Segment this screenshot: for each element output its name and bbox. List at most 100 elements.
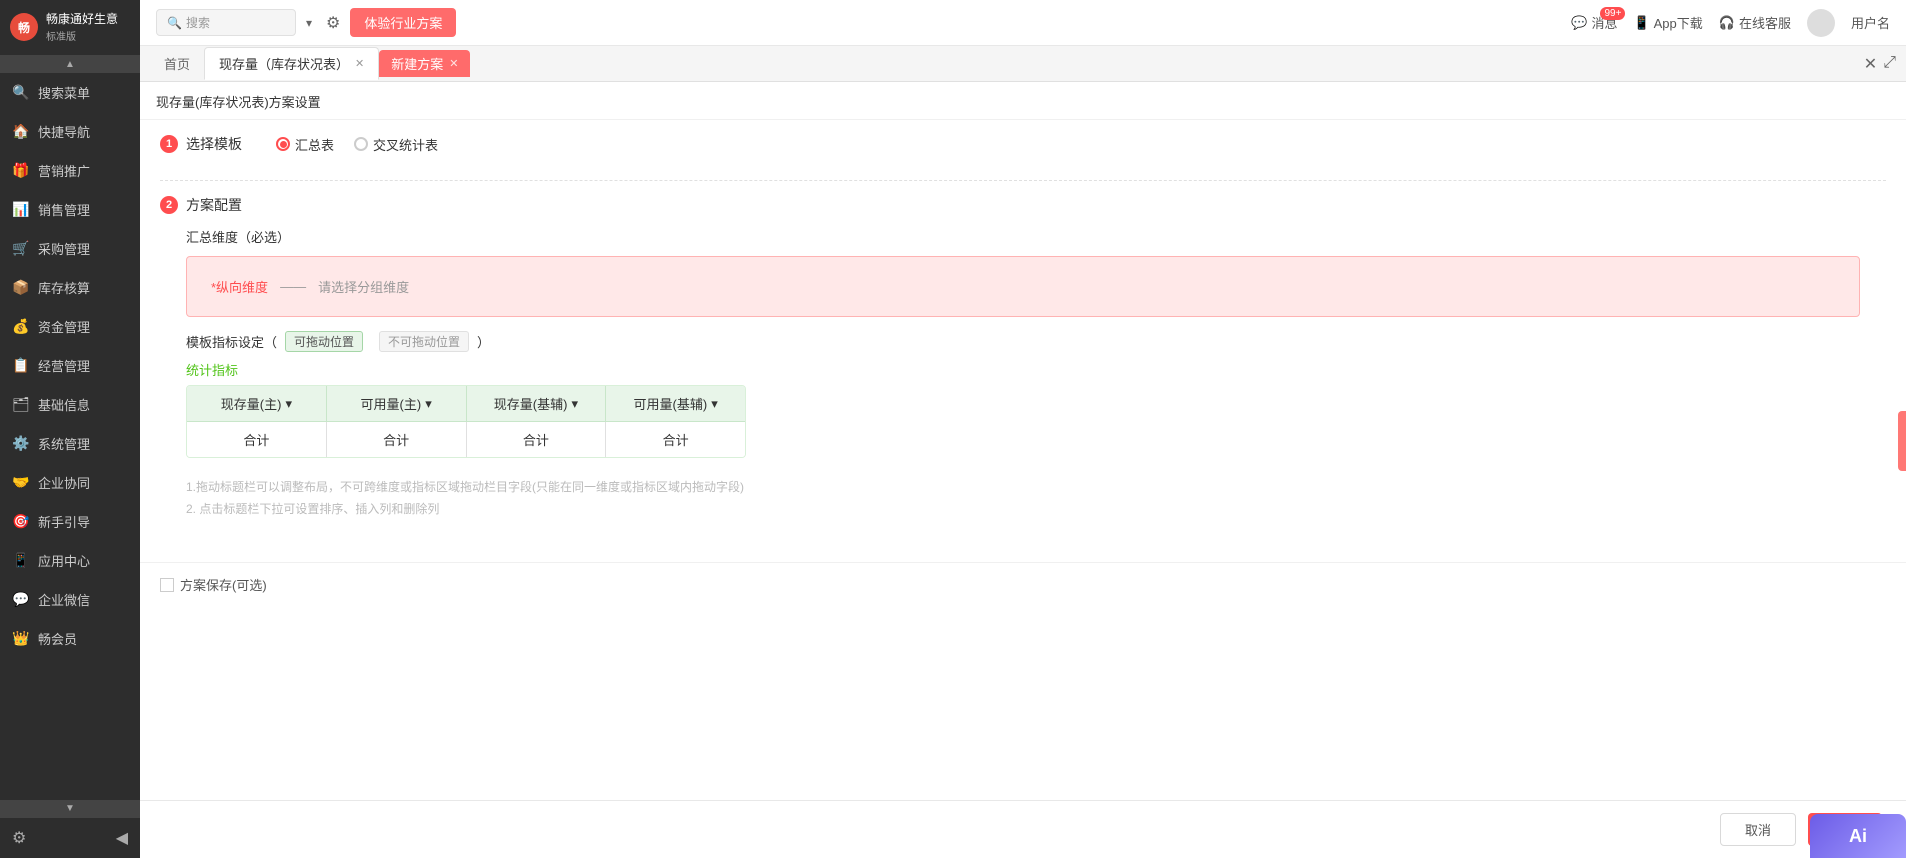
sidebar-item-inventory[interactable]: 📦 库存核算 — [0, 268, 140, 307]
stats-col-dropdown-1[interactable]: ▾ — [425, 396, 432, 412]
stats-col-header-2[interactable]: 现存量(基辅) ▾ — [467, 386, 607, 421]
sidebar-item-shortcut[interactable]: 🏠 快捷导航 — [0, 112, 140, 151]
search-icon: 🔍 — [12, 83, 30, 101]
sidebar-item-sales[interactable]: 📊 销售管理 — [0, 190, 140, 229]
sidebar-item-label: 搜索菜单 — [38, 83, 90, 102]
stats-col-dropdown-0[interactable]: ▾ — [285, 396, 292, 412]
folder-icon: 🗂 — [12, 395, 30, 413]
industry-button[interactable]: 体验行业方案 — [350, 8, 456, 37]
main-area: 🔍 搜索 ▾ ⚙ 体验行业方案 💬 消息 99+ 📱 App下载 🎧 在线客服 … — [140, 0, 1906, 858]
sidebar-item-system[interactable]: ⚙️ 系统管理 — [0, 424, 140, 463]
radio-cross[interactable]: 交叉统计表 — [354, 135, 438, 154]
stats-table-header: 现存量(主) ▾ 可用量(主) ▾ 现存量(基辅) ▾ — [187, 386, 745, 421]
message-badge: 99+ — [1600, 7, 1625, 20]
tabs-expand-btn[interactable]: ⤢ — [1883, 54, 1896, 74]
sidebar-item-label: 新手引导 — [38, 512, 90, 531]
tab-new-plan[interactable]: 新建方案 ✕ — [379, 50, 470, 77]
content-panel: 现存量(库存状况表)方案设置 1 选择模板 汇总表 交叉统计表 — [140, 82, 1906, 800]
username[interactable]: 用户名 — [1851, 13, 1890, 32]
sidebar-item-label: 企业协同 — [38, 473, 90, 492]
crown-icon: 👑 — [12, 629, 30, 647]
collapse-icon[interactable]: ◀ — [116, 828, 128, 848]
ai-badge[interactable]: Ai — [1810, 814, 1906, 858]
dimension-box[interactable]: *纵向维度 —— 请选择分组维度 — [186, 256, 1860, 317]
money-icon: 💰 — [12, 317, 30, 335]
stats-col-dropdown-3[interactable]: ▾ — [711, 396, 718, 412]
search-placeholder: 搜索 — [186, 14, 210, 31]
topbar-right: 💬 消息 99+ 📱 App下载 🎧 在线客服 用户名 — [1571, 9, 1890, 37]
stats-col-dropdown-2[interactable]: ▾ — [571, 396, 578, 412]
sidebar-item-appstore[interactable]: 📱 应用中心 — [0, 541, 140, 580]
sidebar-scroll-down[interactable]: ▼ — [0, 800, 140, 817]
step1-label: 1 选择模板 汇总表 交叉统计表 — [160, 134, 1886, 154]
stats-col-header-0[interactable]: 现存量(主) ▾ — [187, 386, 327, 421]
tip-1: 2. 点击标题栏下拉可设置排序、插入列和删除列 — [186, 499, 1860, 521]
brand-icon: 畅 — [10, 13, 38, 41]
message-icon: 💬 — [1571, 15, 1587, 31]
brand-name: 畅康通好生意 — [46, 12, 118, 28]
box-icon: 📦 — [12, 278, 30, 296]
save-checkbox[interactable] — [160, 578, 174, 592]
template-radio-group: 汇总表 交叉统计表 — [276, 135, 438, 154]
sidebar-item-wechat[interactable]: 💬 企业微信 — [0, 580, 140, 619]
topbar-gear-icon[interactable]: ⚙ — [326, 13, 340, 33]
search-box[interactable]: 🔍 搜索 — [156, 9, 296, 36]
gift-icon: 🎁 — [12, 161, 30, 179]
tab-home[interactable]: 首页 — [150, 48, 204, 79]
cancel-button[interactable]: 取消 — [1720, 813, 1796, 846]
stats-cell-0-2: 合计 — [467, 422, 607, 457]
sidebar-item-search[interactable]: 🔍 搜索菜单 — [0, 73, 140, 112]
gear-icon: ⚙️ — [12, 434, 30, 452]
right-scroll-handle[interactable] — [1898, 411, 1906, 471]
service-label: 在线客服 — [1739, 13, 1791, 32]
chart-icon: 📊 — [12, 200, 30, 218]
radio-summary[interactable]: 汇总表 — [276, 135, 334, 154]
content-inner: 现存量(库存状况表)方案设置 1 选择模板 汇总表 交叉统计表 — [140, 82, 1906, 800]
sidebar-item-marketing[interactable]: 🎁 营销推广 — [0, 151, 140, 190]
sidebar-item-label: 库存核算 — [38, 278, 90, 297]
sidebar-item-purchase[interactable]: 🛒 采购管理 — [0, 229, 140, 268]
sidebar: 畅 畅康通好生意 标准版 ▲ 🔍 搜索菜单 🏠 快捷导航 🎁 营销推广 📊 销售… — [0, 0, 140, 858]
step1-section: 1 选择模板 汇总表 交叉统计表 — [140, 120, 1906, 180]
search-icon: 🔍 — [167, 16, 182, 30]
tab-inventory-status[interactable]: 现存量（库存状况表） ✕ — [204, 47, 379, 80]
topbar-dropdown[interactable]: ▾ — [306, 16, 312, 30]
sidebar-item-label: 营销推广 — [38, 161, 90, 180]
tabs-bar: 首页 现存量（库存状况表） ✕ 新建方案 ✕ ✕ ⤢ — [140, 46, 1906, 82]
step2-label: 2 方案配置 — [160, 195, 1886, 215]
step1-num: 1 — [160, 135, 178, 153]
radio-cross-label: 交叉统计表 — [373, 135, 438, 154]
avatar[interactable] — [1807, 9, 1835, 37]
tabs-close-btn[interactable]: ✕ — [1864, 54, 1877, 74]
dimension-placeholder: 请选择分组维度 — [318, 277, 409, 296]
sidebar-item-operations[interactable]: 📋 经营管理 — [0, 346, 140, 385]
sidebar-scroll-up[interactable]: ▲ — [0, 56, 140, 73]
sidebar-item-finance[interactable]: 💰 资金管理 — [0, 307, 140, 346]
sidebar-footer: ⚙ ◀ — [0, 817, 140, 858]
tab-new-plan-close[interactable]: ✕ — [449, 57, 458, 70]
brand-area: 畅 畅康通好生意 标准版 — [0, 0, 140, 56]
sidebar-item-label: 销售管理 — [38, 200, 90, 219]
stats-cell-0-1: 合计 — [327, 422, 467, 457]
sidebar-item-basic[interactable]: 🗂 基础信息 — [0, 385, 140, 424]
sidebar-item-newbie[interactable]: 🎯 新手引导 — [0, 502, 140, 541]
service-button[interactable]: 🎧 在线客服 — [1719, 13, 1791, 32]
message-button[interactable]: 💬 消息 99+ — [1571, 13, 1617, 32]
dimension-dash: —— — [280, 279, 306, 294]
app-download-button[interactable]: 📱 App下载 — [1633, 13, 1702, 32]
tips-section: 1.拖动标题栏可以调整布局，不可跨维度或指标区域拖动栏目字段(只能在同一维度或指… — [186, 477, 1860, 520]
sidebar-item-contract[interactable]: 🤝 企业协同 — [0, 463, 140, 502]
sidebar-item-label: 基础信息 — [38, 395, 90, 414]
sidebar-item-label: 采购管理 — [38, 239, 90, 258]
settings-icon[interactable]: ⚙ — [12, 828, 26, 848]
sidebar-item-label: 资金管理 — [38, 317, 90, 336]
stats-col-header-1[interactable]: 可用量(主) ▾ — [327, 386, 467, 421]
stats-cell-0-3: 合计 — [606, 422, 745, 457]
sidebar-item-member[interactable]: 👑 畅会员 — [0, 619, 140, 658]
page-title-bar: 现存量(库存状况表)方案设置 — [140, 82, 1906, 120]
headset-icon: 🎧 — [1719, 15, 1735, 31]
page-title: 现存量(库存状况表)方案设置 — [156, 95, 321, 110]
stats-col-header-3[interactable]: 可用量(基辅) ▾ — [606, 386, 745, 421]
stats-col-label-1: 可用量(主) — [361, 394, 422, 413]
tab-inventory-close[interactable]: ✕ — [355, 57, 364, 70]
